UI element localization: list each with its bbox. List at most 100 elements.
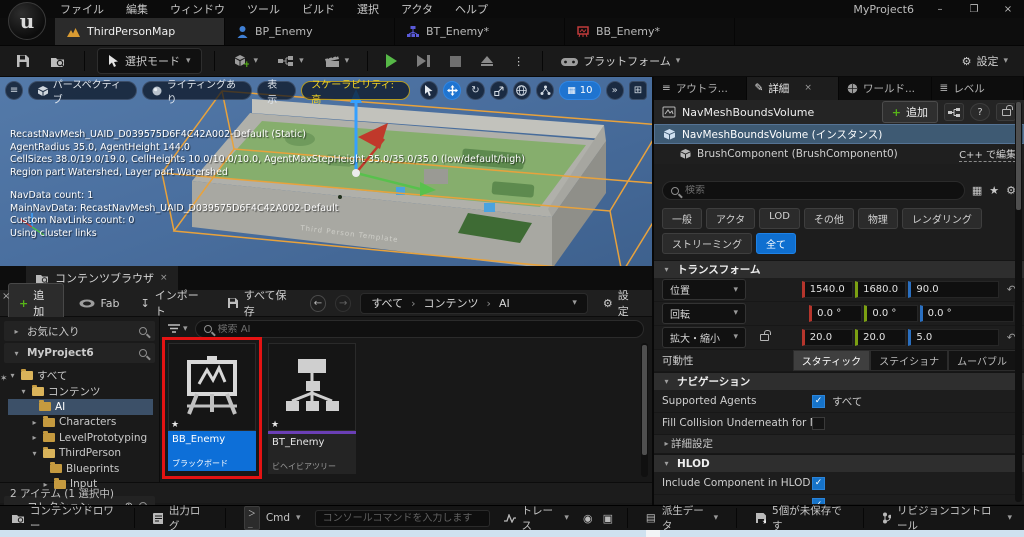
path-breadcrumb[interactable]: すべて › コンテンツ › AI ▾ [360,292,588,314]
details-search-box[interactable] [662,181,965,201]
filter-streaming[interactable]: ストリーミング [662,232,752,254]
skip-button[interactable] [411,51,436,71]
quad-view-button[interactable]: ⊞ [628,81,647,100]
expander-icon[interactable]: ▸ [12,327,21,336]
tree-item-levelprototyping[interactable]: ▸ LevelPrototyping [8,430,159,446]
details-scrollbar[interactable] [1015,102,1022,502]
save-button[interactable] [10,50,36,72]
insights-icon[interactable]: ◉ [583,512,593,525]
component-row-instance[interactable]: NavMeshBoundsVolume (インスタンス) [654,124,1024,145]
blueprint-convert-button[interactable] [944,103,964,122]
settings-dropdown[interactable]: ⚙ 設定 ▾ [956,49,1014,73]
unsaved-files-button[interactable]: ★ 5個が未保存です [751,503,849,533]
expander-icon[interactable]: ▾ [12,349,21,358]
menu-actor[interactable]: アクタ [401,1,433,17]
asset-scrollbar[interactable] [641,343,648,477]
asset-tile-bb-enemy[interactable]: ★ BB_Enemy ブラックボード [168,343,256,471]
tab-bp-enemy[interactable]: BP_Enemy [225,18,395,45]
trace-dropdown[interactable]: トレース ▾ [500,503,573,533]
favorites-header[interactable]: ▸ お気に入り [4,321,155,341]
fill-collision-checkbox[interactable] [812,416,825,430]
supported-agents-checkbox[interactable]: ✓ [812,394,825,408]
display-options-icon[interactable]: ▦ [972,184,982,197]
filter-rendering[interactable]: レンダリング [901,207,982,229]
play-options-button[interactable]: ⋮ [507,51,530,72]
menu-build[interactable]: ビルド [302,1,335,17]
mobility-static-button[interactable]: スタティック [792,349,871,371]
docked-close-icon[interactable]: × [2,291,10,302]
asset-search-input[interactable] [217,323,635,335]
tab-bt-enemy[interactable]: BT_Enemy* [395,18,565,45]
breadcrumb-ai[interactable]: AI [499,297,510,310]
select-tool-button[interactable] [419,81,439,100]
show-dropdown[interactable]: 表示 [257,80,297,106]
more-tools-button[interactable]: » [605,81,624,100]
filter-physics[interactable]: 物理 [857,207,898,229]
scale-tool-button[interactable] [489,81,508,100]
rotation-dropdown[interactable]: 回転 ▾ [662,302,746,324]
eject-button[interactable] [475,52,499,70]
breadcrumb-all[interactable]: すべて [371,295,403,311]
lock-icon[interactable] [996,103,1016,122]
rotation-z-field[interactable]: 0.0 ° [919,304,1014,322]
scale-dropdown[interactable]: 拡大・縮小 ▾ [662,326,746,348]
tree-item-ai[interactable]: AI [8,399,153,415]
tree-item-characters[interactable]: ▸ Characters [8,415,159,431]
fab-button[interactable]: Fab [73,293,125,314]
grid-snap-toggle[interactable]: ▦ 10 [559,81,601,100]
asset-tile-bt-enemy[interactable]: ★ BT_Enemy ビヘイビアツリー [268,343,356,474]
world-local-toggle-button[interactable] [512,81,532,100]
play-button[interactable] [380,50,403,72]
location-y-field[interactable]: 1680.0 [855,281,907,299]
close-tab-icon[interactable]: × [804,83,812,93]
scale-z-field[interactable]: 5.0 [908,328,999,346]
cmd-dropdown[interactable]: ＞_ Cmd ▾ [240,506,305,530]
scale-y-field[interactable]: 20.0 [855,328,907,346]
platforms-dropdown[interactable]: プラットフォーム ▾ [555,49,686,73]
expander-icon[interactable]: ▾ [30,449,39,458]
tab-details[interactable]: ✎ 詳細 × [746,77,839,100]
search-icon[interactable] [139,327,147,335]
stop-button[interactable] [444,52,467,71]
filter-all[interactable]: 全て [756,232,796,254]
location-z-field[interactable]: 90.0 [908,281,999,299]
scalability-warning-pill[interactable]: スケーラビリティ:高 [301,80,410,106]
include-hlod-checkbox[interactable]: ✓ [812,476,825,490]
forward-button[interactable]: → [335,294,352,312]
menu-file[interactable]: ファイル [60,1,104,17]
unreal-logo[interactable]: u [8,2,46,40]
section-transform[interactable]: ▾ トランスフォーム [654,259,1024,279]
help-icon[interactable]: ? [970,103,990,122]
select-mode-dropdown[interactable]: 選択モード ▾ [97,48,202,74]
rotate-tool-button[interactable]: ↻ [466,81,485,100]
derived-data-dropdown[interactable]: ▤ 派生データ ▾ [642,503,722,533]
cinematics-dropdown[interactable]: ▾ [318,51,356,71]
docked-pin-icon[interactable]: ✶ [0,374,8,384]
add-component-button[interactable]: + 追加 [881,101,938,124]
restore-button[interactable]: ❐ [966,4,982,15]
surface-snapping-button[interactable] [536,81,555,100]
add-actor-dropdown[interactable]: + ▾ [227,50,265,72]
menu-edit[interactable]: 編集 [126,1,148,17]
details-search-input[interactable] [685,185,956,197]
filter-general[interactable]: 一般 [662,207,702,229]
perspective-dropdown[interactable]: パースペクティブ [28,80,138,106]
tab-world-settings[interactable]: ワールド... [839,77,932,100]
back-button[interactable]: ← [309,294,327,312]
tree-item-all[interactable]: ▾ すべて [8,368,159,384]
expander-icon[interactable]: ▾ [8,371,17,380]
search-icon[interactable] [139,349,147,357]
content-drawer-button[interactable]: コンテンツドロワー [8,503,120,533]
snapshot-icon[interactable]: ▣ [603,512,613,525]
section-hlod[interactable]: ▾ HLOD [654,453,1024,473]
scale-x-field[interactable]: 20.0 [801,328,854,346]
expander-icon[interactable]: ▾ [19,387,28,396]
breadcrumb-content[interactable]: コンテンツ [424,295,479,311]
rotation-y-field[interactable]: 0.0 ° [864,304,918,322]
menu-window[interactable]: ウィンドウ [170,1,225,17]
menu-select[interactable]: 選択 [357,1,379,17]
blueprints-dropdown[interactable]: ▾ [272,51,310,71]
tree-item-thirdperson[interactable]: ▾ ThirdPerson [8,446,159,462]
output-log-button[interactable]: 出力ログ [149,503,211,533]
close-tab-icon[interactable]: × [160,273,168,283]
